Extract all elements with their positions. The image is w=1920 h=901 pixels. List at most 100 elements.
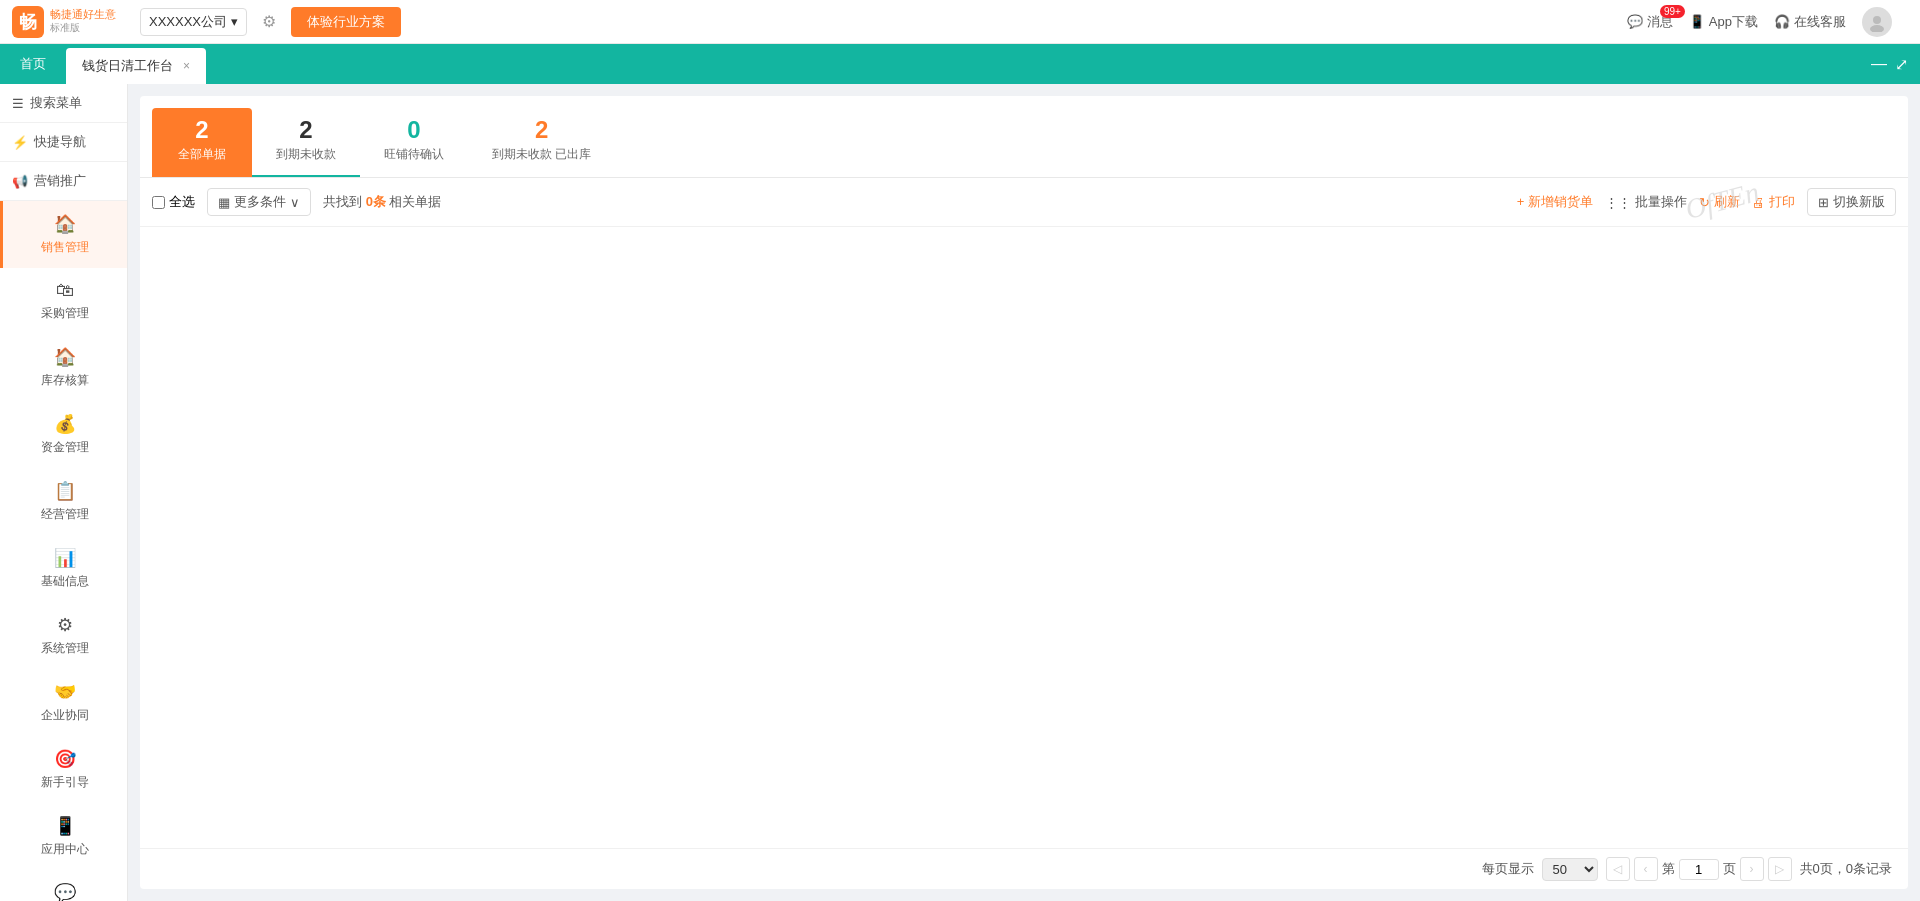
sidebar: ☰ 搜索菜单 ⚡ 快捷导航 📢 营销推广 🏠 销售管理 🛍 采购管理 🏠 库存核… [0,84,128,901]
tab-qianhuodiqing[interactable]: 钱货日清工作台 × [66,48,206,84]
nav-icon: ⚡ [12,135,28,150]
page-navigation: ◁ ‹ 第 页 › ▷ [1606,857,1792,881]
logo-sub: 标准版 [50,21,116,35]
select-all-input[interactable] [152,196,165,209]
refresh-label: 刷新 [1714,193,1740,211]
appcenter-icon: 📱 [54,815,76,837]
switch-label: 切换新版 [1833,193,1885,211]
phone-icon: 📱 [1689,14,1705,29]
total-records-text: 共0页，0条记录 [1800,860,1892,878]
notification-badge: 99+ [1660,5,1685,18]
switch-icon: ⊞ [1818,195,1829,210]
stat-all-label: 全部单据 [178,146,226,163]
filter-button[interactable]: ▦ 更多条件 ∨ [207,188,311,216]
app-download-button[interactable]: 📱 App下载 [1689,13,1758,31]
sidebar-item-label: 经营管理 [41,506,89,523]
sidebar-nav[interactable]: ⚡ 快捷导航 [0,123,127,162]
next-page-button[interactable]: › [1740,857,1764,881]
stat-tab-all[interactable]: 2 全部单据 [152,108,252,177]
add-sales-order-button[interactable]: + 新增销货单 [1517,193,1593,211]
wechat-icon: 💬 [54,882,76,901]
sidebar-item-purchase[interactable]: 🛍 采购管理 [0,268,127,334]
logo-area: 畅 畅捷通好生意 标准版 [12,6,132,38]
select-all-checkbox[interactable]: 全选 [152,193,195,211]
found-text: 共找到 0条 相关单据 [323,193,441,211]
enterprise-icon: 🤝 [54,681,76,703]
refresh-button[interactable]: ↻ 刷新 [1699,193,1740,211]
sidebar-item-label: 采购管理 [41,305,89,322]
tab-label: 钱货日清工作台 [82,48,173,84]
sidebar-search[interactable]: ☰ 搜索菜单 [0,84,127,123]
sidebar-item-appcenter[interactable]: 📱 应用中心 [0,803,127,870]
notification-button[interactable]: 💬 消息 99+ [1627,13,1673,31]
logo-text: 畅捷通好生意 [50,8,116,21]
sidebar-item-label: 新手引导 [41,774,89,791]
sidebar-item-system[interactable]: ⚙ 系统管理 [0,602,127,669]
stat-overdue-out-num: 2 [535,116,548,144]
sidebar-item-finance[interactable]: 💰 资金管理 [0,401,127,468]
stat-pending-label: 旺铺待确认 [384,146,444,163]
print-button[interactable]: 🖨 打印 [1752,193,1795,211]
settings-button[interactable]: ⚙ [255,8,283,36]
toolbar-right: + 新增销货单 ⋮⋮ 批量操作 ↻ 刷新 🖨 打印 ⊞ [1517,188,1896,216]
batch-operation-button[interactable]: ⋮⋮ 批量操作 [1605,193,1687,211]
batch-icon: ⋮⋮ [1605,195,1631,210]
per-page-select[interactable]: 50 100 200 [1542,858,1598,881]
system-icon: ⚙ [57,614,73,636]
main-inner: 2 全部单据 2 到期未收款 0 旺铺待确认 2 到期未收款 已出库 [140,96,1908,889]
stat-overdue-label: 到期未收款 [276,146,336,163]
expand-icon[interactable]: ⤢ [1895,55,1908,74]
page-number-input[interactable] [1679,859,1719,880]
online-service-label: 在线客服 [1794,13,1846,31]
last-page-button[interactable]: ▷ [1768,857,1792,881]
guide-icon: 🎯 [54,748,76,770]
sidebar-item-wechat[interactable]: 💬 企业微信 [0,870,127,901]
svg-point-0 [1873,16,1881,24]
sidebar-item-label: 库存核算 [41,372,89,389]
company-select[interactable]: XXXXXX公司 ▾ [140,8,247,36]
sidebar-promo[interactable]: 📢 营销推广 [0,162,127,201]
per-page-label: 每页显示 [1482,860,1534,878]
nav-label: 快捷导航 [34,133,86,151]
sidebar-item-label: 系统管理 [41,640,89,657]
refresh-icon: ↻ [1699,195,1710,210]
purchase-icon: 🛍 [56,280,74,301]
tab-close-icon[interactable]: × [183,48,190,84]
pagination: 每页显示 50 100 200 ◁ ‹ 第 页 › ▷ 共0页，0条记录 [140,848,1908,889]
stat-tab-overdue-out[interactable]: 2 到期未收款 已出库 [468,108,615,177]
sales-icon: 🏠 [54,213,76,235]
stat-pending-num: 0 [407,116,420,144]
avatar[interactable] [1862,7,1892,37]
app-download-label: App下载 [1709,13,1758,31]
sidebar-item-operation[interactable]: 📋 经营管理 [0,468,127,535]
empty-content-area [140,227,1908,848]
prev-page-button[interactable]: ‹ [1634,857,1658,881]
finance-icon: 💰 [54,413,76,435]
switch-version-button[interactable]: ⊞ 切换新版 [1807,188,1896,216]
search-label: 搜索菜单 [30,94,82,112]
chevron-down-icon: ▾ [231,14,238,29]
trial-button[interactable]: 体验行业方案 [291,7,401,37]
stat-overdue-num: 2 [299,116,312,144]
sidebar-item-label: 企业协同 [41,707,89,724]
stat-tab-overdue[interactable]: 2 到期未收款 [252,108,360,177]
sidebar-item-label: 应用中心 [41,841,89,858]
sidebar-item-basic[interactable]: 📊 基础信息 [0,535,127,602]
headset-icon: 🎧 [1774,14,1790,29]
promo-label: 营销推广 [34,172,86,190]
sidebar-item-sales[interactable]: 🏠 销售管理 [0,201,127,268]
online-service-button[interactable]: 🎧 在线客服 [1774,13,1846,31]
minimize-icon[interactable]: — [1871,55,1887,73]
page-label: 第 [1662,860,1675,878]
found-count: 0条 [366,194,386,209]
tab-home[interactable]: 首页 [0,44,66,84]
print-label: 打印 [1769,193,1795,211]
first-page-button[interactable]: ◁ [1606,857,1630,881]
sidebar-item-enterprise[interactable]: 🤝 企业协同 [0,669,127,736]
svg-point-1 [1870,25,1884,32]
topbar-left: 畅 畅捷通好生意 标准版 XXXXXX公司 ▾ ⚙ 体验行业方案 [12,6,401,38]
sidebar-item-guide[interactable]: 🎯 新手引导 [0,736,127,803]
stat-tab-pending[interactable]: 0 旺铺待确认 [360,108,468,177]
sidebar-item-inventory[interactable]: 🏠 库存核算 [0,334,127,401]
search-icon: ☰ [12,96,24,111]
